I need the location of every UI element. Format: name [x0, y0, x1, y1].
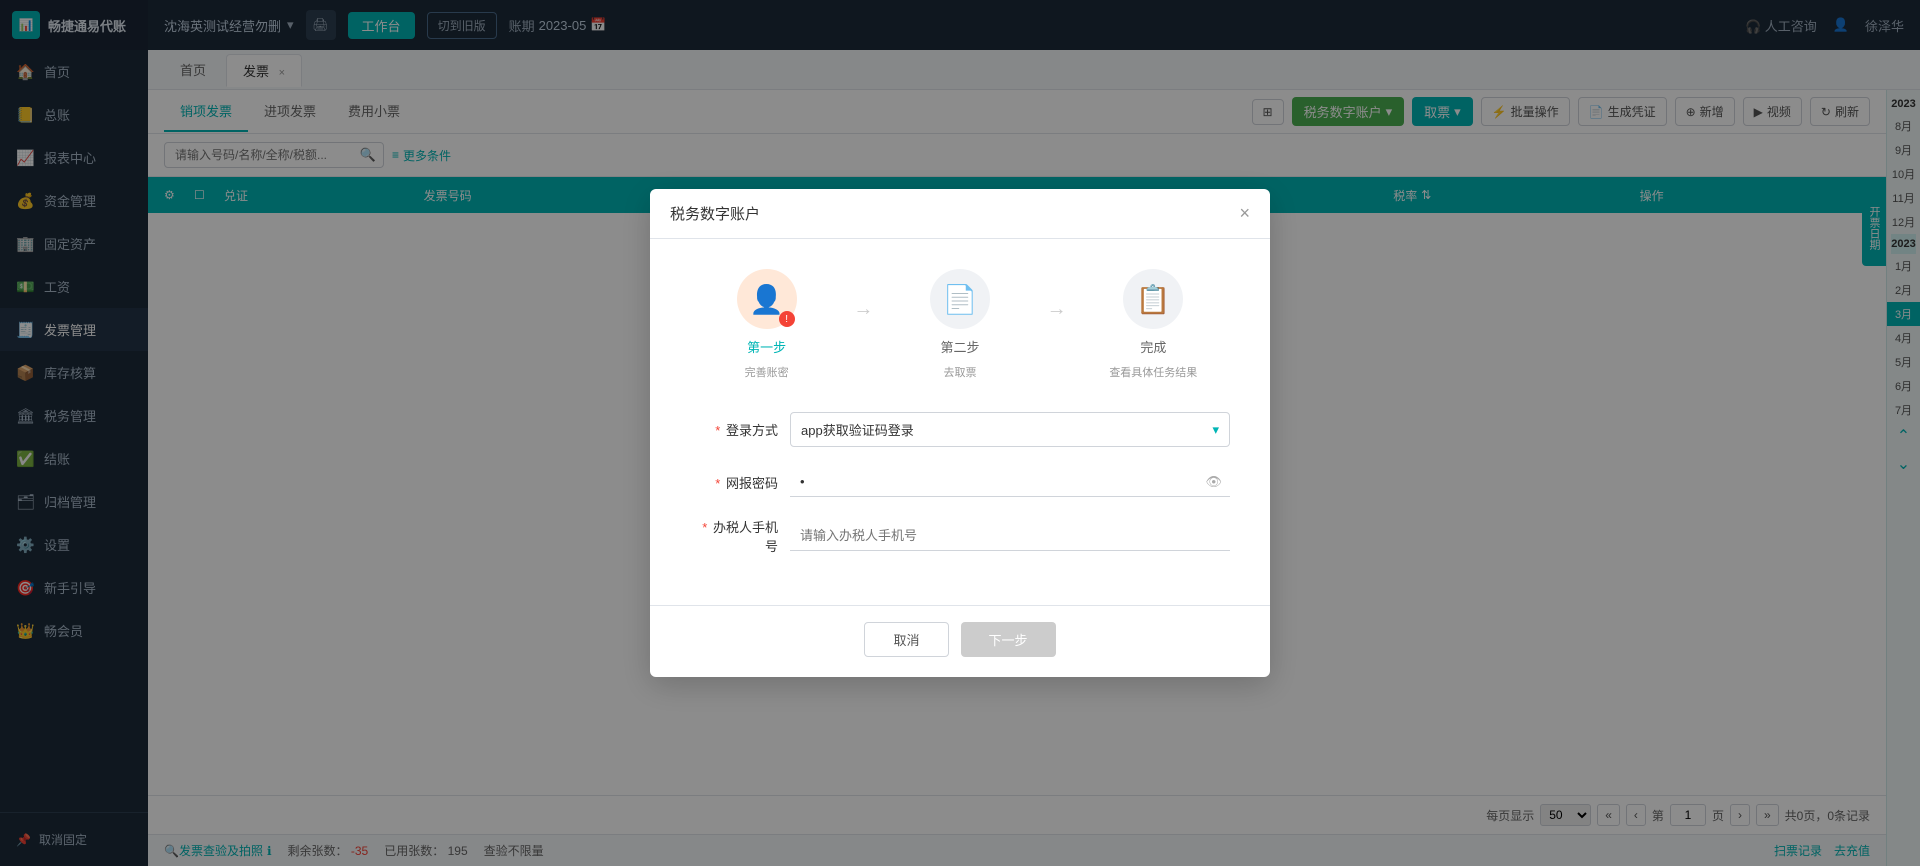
step-1-icon: 👤 [749, 283, 784, 316]
modal-close-button[interactable]: × [1239, 203, 1250, 224]
password-label: * 网报密码 [690, 473, 790, 492]
password-row: * 网报密码 👁 [690, 467, 1230, 497]
step-1-badge: ! [779, 311, 795, 327]
phone-row: * 办税人手机号 [690, 517, 1230, 555]
step-2-icon-wrap: 📄 [930, 269, 990, 329]
step-1-label: 第一步 [747, 337, 786, 356]
login-method-row: * 登录方式 app获取验证码登录 ▾ [690, 412, 1230, 447]
step-1: 👤 ! 第一步 完善账密 [690, 269, 843, 380]
step-2-sublabel: 去取票 [943, 364, 976, 380]
step-arrow-2: → [1037, 298, 1077, 321]
modal-title: 税务数字账户 [670, 203, 760, 224]
modal-overlay: 税务数字账户 × 👤 ! 第一步 完善账密 → [0, 0, 1920, 866]
cancel-button[interactable]: 取消 [864, 622, 948, 657]
phone-control [790, 521, 1230, 551]
step-3: 📋 完成 查看具体任务结果 [1077, 269, 1230, 380]
step-2-label: 第二步 [940, 337, 979, 356]
step-3-label: 完成 [1140, 337, 1166, 356]
select-arrow-icon: ▾ [1212, 422, 1219, 438]
login-method-label: * 登录方式 [690, 420, 790, 439]
step-arrow-1: → [843, 298, 883, 321]
modal-body: 👤 ! 第一步 完善账密 → 📄 第二步 去取票 → [650, 239, 1270, 605]
modal-footer: 取消 下一步 [650, 605, 1270, 677]
login-method-control: app获取验证码登录 ▾ [790, 412, 1230, 447]
next-button[interactable]: 下一步 [961, 622, 1056, 657]
step-1-icon-wrap: 👤 ! [737, 269, 797, 329]
password-input[interactable] [790, 467, 1230, 497]
step-3-icon: 📋 [1136, 283, 1171, 316]
step-3-sublabel: 查看具体任务结果 [1109, 364, 1197, 380]
step-3-icon-wrap: 📋 [1123, 269, 1183, 329]
modal-header: 税务数字账户 × [650, 189, 1270, 239]
password-control: 👁 [790, 467, 1230, 497]
phone-input[interactable] [790, 521, 1230, 551]
step-1-sublabel: 完善账密 [745, 364, 789, 380]
login-method-select[interactable]: app获取验证码登录 ▾ [790, 412, 1230, 447]
phone-label: * 办税人手机号 [690, 517, 790, 555]
tax-digital-modal: 税务数字账户 × 👤 ! 第一步 完善账密 → [650, 189, 1270, 677]
step-2: 📄 第二步 去取票 [883, 269, 1036, 380]
steps-indicator: 👤 ! 第一步 完善账密 → 📄 第二步 去取票 → [690, 269, 1230, 380]
step-2-icon: 📄 [943, 283, 978, 316]
eye-icon[interactable]: 👁 [1205, 474, 1222, 490]
